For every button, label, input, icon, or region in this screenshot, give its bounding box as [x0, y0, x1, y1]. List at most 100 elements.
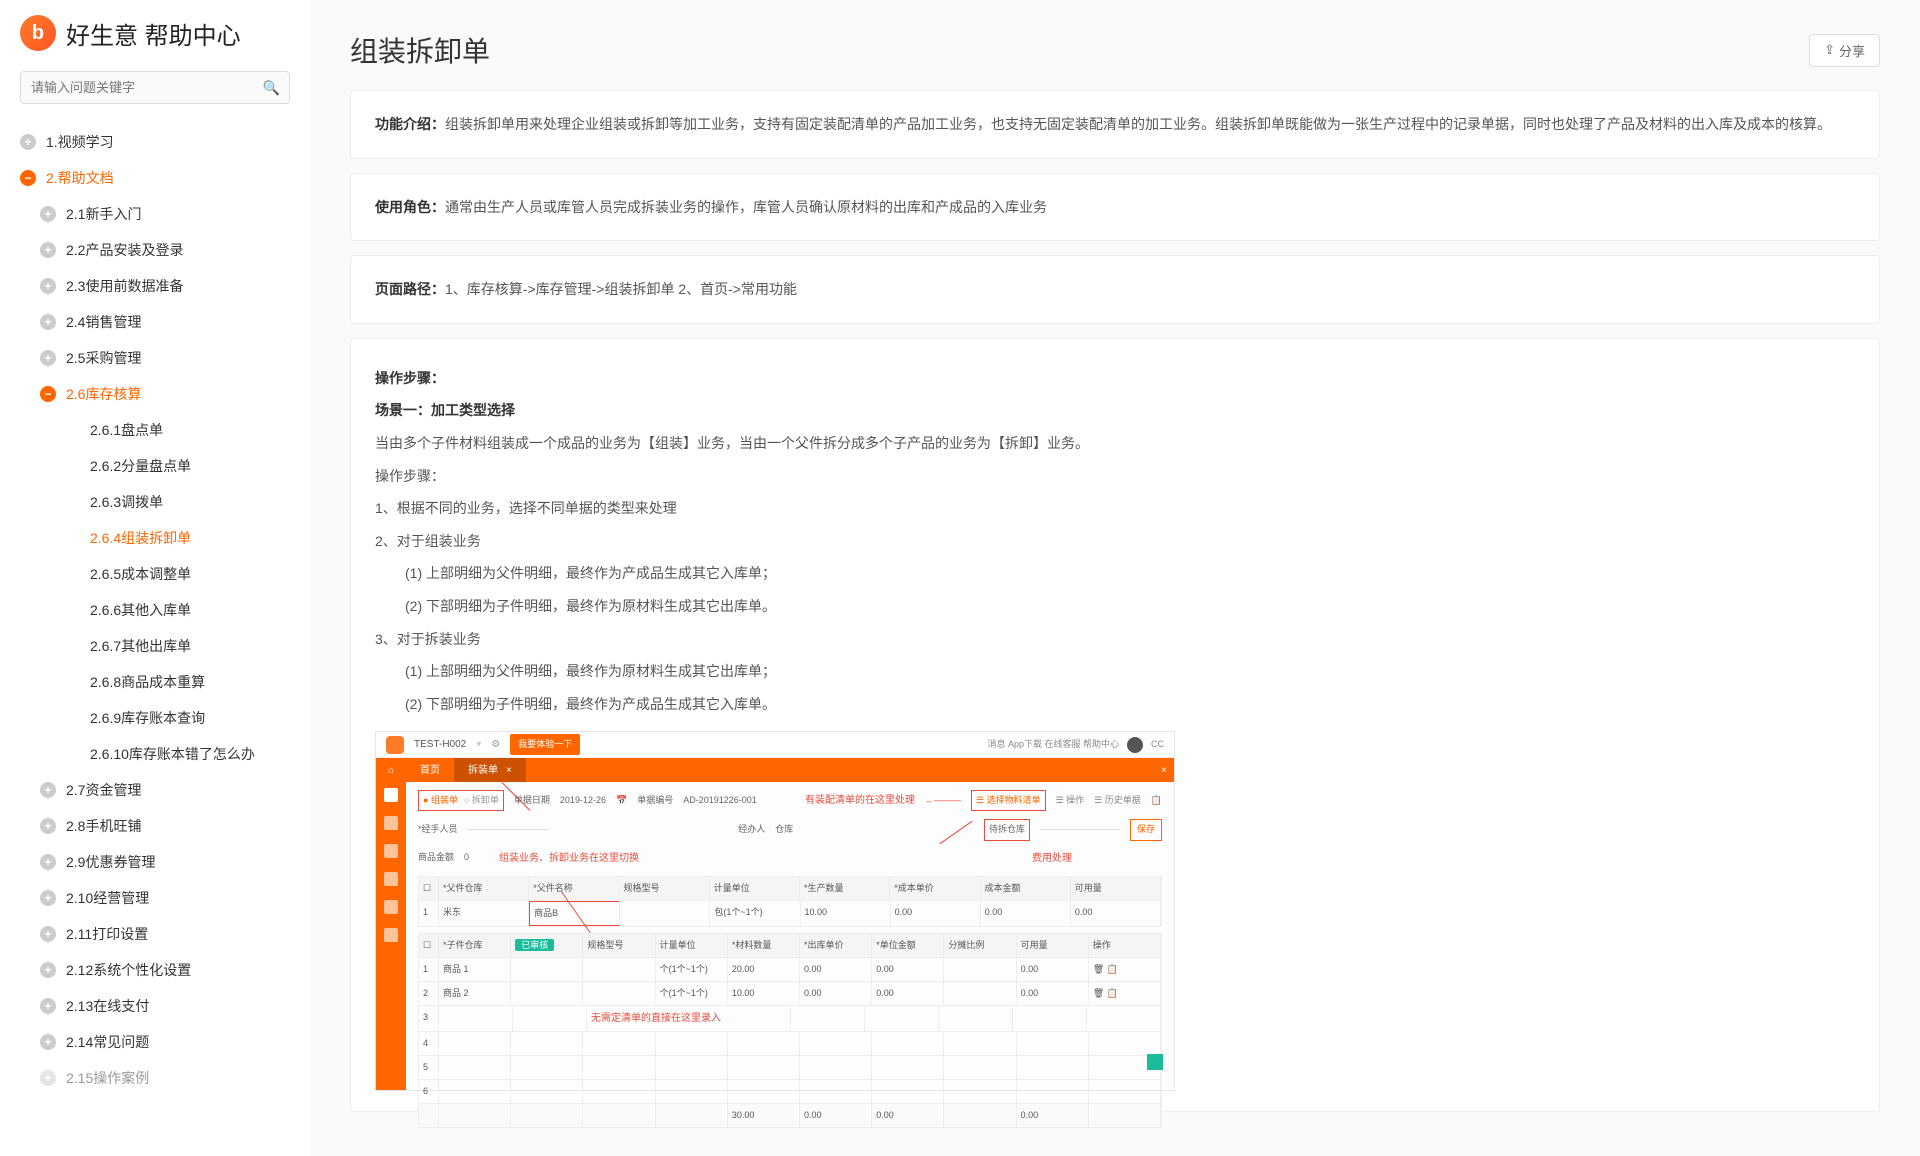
- nav-docs[interactable]: −2.帮助文档: [20, 160, 290, 196]
- plus-icon: +: [40, 854, 56, 870]
- search-input[interactable]: [20, 71, 290, 104]
- step-text: 操作步骤：: [375, 463, 1855, 490]
- nav-label: 2.6.4组装拆卸单: [90, 528, 191, 548]
- nav-2-13[interactable]: +2.13在线支付: [20, 988, 290, 1024]
- nav-2-6-2[interactable]: 2.6.2分量盘点单: [20, 448, 290, 484]
- nav-2-6-9[interactable]: 2.6.9库存账本查询: [20, 700, 290, 736]
- nav-label: 2.6库存核算: [66, 384, 141, 404]
- plus-icon: +: [40, 278, 56, 294]
- nav-label: 2.6.6其他入库单: [90, 600, 191, 620]
- card-label: 使用角色：: [375, 199, 445, 215]
- nav-2-6-7[interactable]: 2.6.7其他出库单: [20, 628, 290, 664]
- card-intro: 功能介绍：组装拆卸单用来处理企业组装或拆卸等加工业务，支持有固定装配清单的产品加…: [350, 90, 1880, 159]
- gear-icon: ⚙: [491, 735, 500, 754]
- nav-label: 2.5采购管理: [66, 348, 141, 368]
- step-text: (1) 上部明细为父件明细，最终作为产成品生成其它入库单；: [375, 560, 1855, 587]
- plus-icon: +: [40, 818, 56, 834]
- nav-2-6-8[interactable]: 2.6.8商品成本重算: [20, 664, 290, 700]
- nav-label: 2.7资金管理: [66, 780, 141, 800]
- nav-label: 2.14常见问题: [66, 1032, 149, 1052]
- site-logo-row: b 好生意 帮助中心: [20, 15, 290, 51]
- nav-2-8[interactable]: +2.8手机旺铺: [20, 808, 290, 844]
- nav-label: 2.6.9库存账本查询: [90, 708, 205, 728]
- share-icon: ⇪: [1824, 42, 1835, 58]
- nav-label: 2.8手机旺铺: [66, 816, 141, 836]
- nav-label: 2.11打印设置: [66, 924, 148, 944]
- nav-2-10[interactable]: +2.10经营管理: [20, 880, 290, 916]
- plus-icon: +: [40, 206, 56, 222]
- annotation: 有装配清单的在这里处理: [805, 791, 915, 810]
- side-icon: [384, 872, 398, 886]
- nav-2-5[interactable]: +2.5采购管理: [20, 340, 290, 376]
- step-text: 3、对于拆装业务: [375, 626, 1855, 653]
- mock-topbar: TEST-H002 ▾ ⚙ 我要体验一下 消息 App下载 在线客服 帮助中心 …: [376, 732, 1174, 758]
- mock-side-nav: [376, 782, 406, 1090]
- screenshot-mock: TEST-H002 ▾ ⚙ 我要体验一下 消息 App下载 在线客服 帮助中心 …: [375, 731, 1175, 1091]
- mock-tab-main: 拆装单 ×: [454, 758, 526, 782]
- step-text: (1) 上部明细为父件明细，最终作为原材料生成其它出库单；: [375, 658, 1855, 685]
- step-text: (2) 下部明细为子件明细，最终作为产成品生成其它入库单。: [375, 691, 1855, 718]
- share-button[interactable]: ⇪ 分享: [1809, 34, 1880, 67]
- nav-2-11[interactable]: +2.11打印设置: [20, 916, 290, 952]
- search-icon[interactable]: 🔍: [263, 79, 280, 96]
- nav-2-6-6[interactable]: 2.6.6其他入库单: [20, 592, 290, 628]
- home-icon: ⌂: [388, 761, 394, 780]
- nav-2-6-5[interactable]: 2.6.5成本调整单: [20, 556, 290, 592]
- nav-label: 2.6.10库存账本错了怎么办: [90, 744, 255, 764]
- nav-2-4[interactable]: +2.4销售管理: [20, 304, 290, 340]
- nav-2-3[interactable]: +2.3使用前数据准备: [20, 268, 290, 304]
- mock-user: CC: [1151, 736, 1164, 753]
- nav-label: 2.1新手入门: [66, 204, 141, 224]
- sidebar: b 好生意 帮助中心 🔍 +1.视频学习 −2.帮助文档 +2.1新手入门 +2…: [0, 0, 310, 1156]
- nav-label: 2.6.3调拨单: [90, 492, 163, 512]
- nav-2-6-1[interactable]: 2.6.1盘点单: [20, 412, 290, 448]
- nav-video[interactable]: +1.视频学习: [20, 124, 290, 160]
- annotation: 组装业务、拆卸业务在这里切换: [499, 849, 639, 868]
- annotation: 费用处理: [1032, 849, 1072, 868]
- mock-top-items: 消息 App下载 在线客服 帮助中心: [987, 736, 1119, 753]
- page-title: 组装拆卸单: [350, 30, 490, 70]
- step-text: (2) 下部明细为子件明细，最终作为原材料生成其它出库单。: [375, 593, 1855, 620]
- nav-label: 2.15操作案例: [66, 1068, 149, 1088]
- nav-2-1[interactable]: +2.1新手入门: [20, 196, 290, 232]
- mock-logo-icon: [386, 736, 404, 754]
- search-box: 🔍: [20, 71, 290, 104]
- nav-label: 2.10经营管理: [66, 888, 149, 908]
- card-role: 使用角色：通常由生产人员或库管人员完成拆装业务的操作，库管人员确认原材料的出库和…: [350, 173, 1880, 242]
- card-text: 1、库存核算->库存管理->组装拆卸单 2、首页->常用功能: [445, 281, 797, 297]
- side-icon: [384, 928, 398, 942]
- nav-label: 2.6.5成本调整单: [90, 564, 191, 584]
- logo-icon: b: [20, 15, 56, 51]
- side-icon: [384, 788, 398, 802]
- minus-icon: −: [40, 386, 56, 402]
- step-text: 1、根据不同的业务，选择不同单据的类型来处理: [375, 495, 1855, 522]
- mock-content: ● 组装单 ○ 拆卸单 单据日期2019-12-26📅 单据编号AD-20191…: [406, 782, 1174, 1090]
- nav-2-6-3[interactable]: 2.6.3调拨单: [20, 484, 290, 520]
- nav-2-2[interactable]: +2.2产品安装及登录: [20, 232, 290, 268]
- nav-label: 2.6.2分量盘点单: [90, 456, 191, 476]
- nav-2-6-10[interactable]: 2.6.10库存账本错了怎么办: [20, 736, 290, 772]
- nav-2-9[interactable]: +2.9优惠券管理: [20, 844, 290, 880]
- main-content: 组装拆卸单 ⇪ 分享 功能介绍：组装拆卸单用来处理企业组装或拆卸等加工业务，支持…: [310, 0, 1920, 1156]
- nav-label: 2.帮助文档: [46, 168, 114, 188]
- plus-icon: +: [40, 926, 56, 942]
- nav-2-7[interactable]: +2.7资金管理: [20, 772, 290, 808]
- nav-label: 2.6.1盘点单: [90, 420, 163, 440]
- plus-icon: +: [20, 134, 36, 150]
- steps-label: 操作步骤：: [375, 370, 445, 386]
- nav-2-14[interactable]: +2.14常见问题: [20, 1024, 290, 1060]
- nav-label: 2.9优惠券管理: [66, 852, 155, 872]
- step-text: 2、对于组装业务: [375, 528, 1855, 555]
- nav-2-12[interactable]: +2.12系统个性化设置: [20, 952, 290, 988]
- nav-2-6[interactable]: −2.6库存核算: [20, 376, 290, 412]
- nav-label: 2.3使用前数据准备: [66, 276, 183, 296]
- nav-2-6-4[interactable]: 2.6.4组装拆卸单: [20, 520, 290, 556]
- plus-icon: +: [40, 962, 56, 978]
- card-text: 组装拆卸单用来处理企业组装或拆卸等加工业务，支持有固定装配清单的产品加工业务，也…: [445, 116, 1831, 132]
- share-label: 分享: [1839, 41, 1865, 60]
- side-icon: [384, 900, 398, 914]
- mock-child-table: ☐*子件仓库已审核规格型号计量单位*材料数量*出库单价*单位金额分摊比例可用量操…: [418, 933, 1162, 1129]
- expand-icon: [1147, 1054, 1163, 1070]
- mock-body: ● 组装单 ○ 拆卸单 单据日期2019-12-26📅 单据编号AD-20191…: [376, 782, 1174, 1090]
- nav-2-15[interactable]: +2.15操作案例: [20, 1060, 290, 1096]
